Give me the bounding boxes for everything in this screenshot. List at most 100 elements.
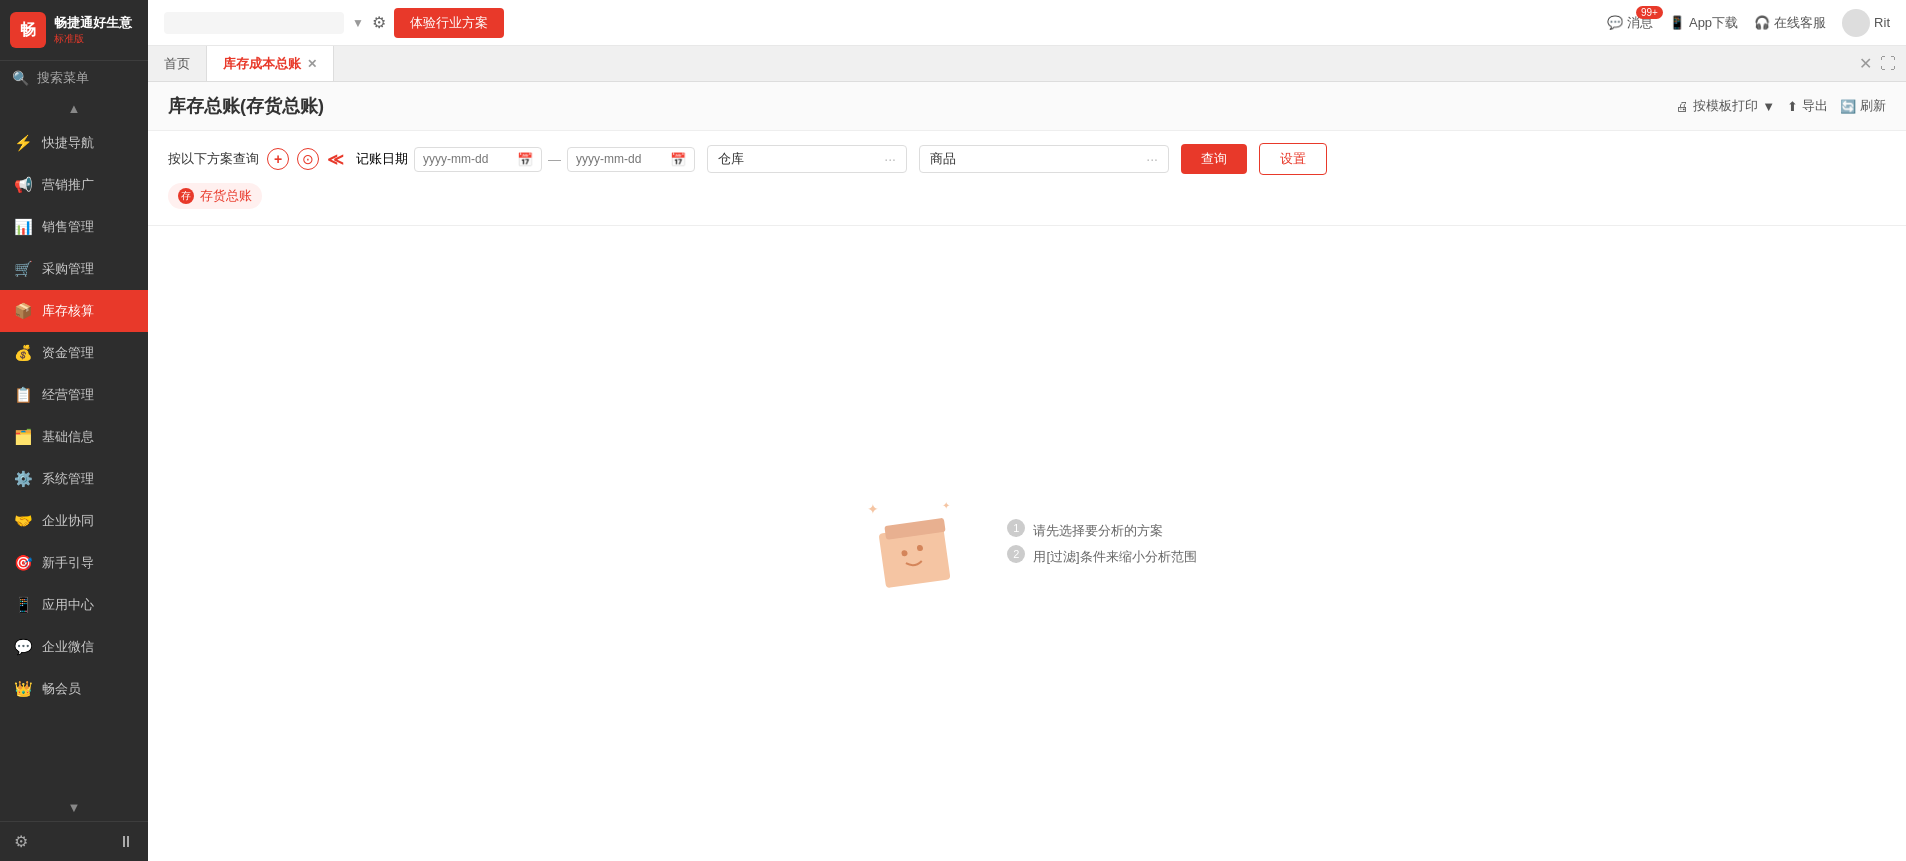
print-template-btn[interactable]: 🖨 按模板打印 ▼	[1676, 97, 1775, 115]
sidebar-item-basic-info[interactable]: 🗂️ 基础信息	[0, 416, 148, 458]
page-actions: 🖨 按模板打印 ▼ ⬆ 导出 🔄 刷新	[1676, 97, 1886, 115]
sidebar-item-app-center[interactable]: 📱 应用中心	[0, 584, 148, 626]
search-menu-label: 搜索菜单	[37, 69, 89, 87]
logo-icon: 畅	[10, 12, 46, 48]
search-chevron-icon[interactable]: ▼	[352, 16, 364, 30]
sidebar-item-wechat[interactable]: 💬 企业微信	[0, 626, 148, 668]
tab-home[interactable]: 首页	[148, 46, 207, 81]
warehouse-select[interactable]: 仓库 ···	[707, 145, 907, 173]
warehouse-label: 仓库	[718, 150, 744, 168]
tab-close-icon[interactable]: ✕	[307, 57, 317, 71]
sidebar-item-label: 应用中心	[42, 596, 134, 614]
scheme-row: 存 存货总账	[168, 175, 1886, 213]
wechat-icon: 💬	[14, 638, 32, 656]
filter-row-main: 按以下方案查询 + ⊙ ≪ 记账日期 📅 — 📅	[168, 143, 1886, 175]
app-download-btn[interactable]: 📱 App下载	[1669, 14, 1738, 32]
panel-close-icon[interactable]: ✕	[1859, 54, 1872, 73]
svg-text:✦: ✦	[942, 500, 950, 511]
settings-gear-icon[interactable]: ⚙	[372, 13, 386, 32]
print-chevron-icon: ▼	[1762, 99, 1775, 114]
app-center-icon: 📱	[14, 596, 32, 614]
search-icon: 🔍	[12, 70, 29, 86]
sidebar-item-label: 新手引导	[42, 554, 134, 572]
app-version: 标准版	[54, 32, 132, 46]
goods-more-icon: ···	[1146, 151, 1158, 167]
sidebar-item-marketing[interactable]: 📢 营销推广	[0, 164, 148, 206]
sidebar-item-newbie[interactable]: 🎯 新手引导	[0, 542, 148, 584]
operation-icon: 📋	[14, 386, 32, 404]
messages-btn[interactable]: 💬 消息 99+	[1607, 14, 1653, 32]
scroll-down-btn[interactable]: ▼	[0, 794, 148, 821]
filter-label-group: 按以下方案查询 + ⊙ ≪	[168, 148, 344, 170]
app-logo: 畅 畅捷通好生意 标准版	[0, 0, 148, 61]
scroll-up-btn[interactable]: ▲	[0, 95, 148, 122]
search-menu[interactable]: 🔍 搜索菜单	[0, 61, 148, 95]
basic-info-icon: 🗂️	[14, 428, 32, 446]
sidebar-item-label: 营销推广	[42, 176, 134, 194]
empty-hint-1: 1 请先选择要分析的方案	[1007, 518, 1196, 544]
sidebar-item-operation[interactable]: 📋 经营管理	[0, 374, 148, 416]
scheme-item-inventory[interactable]: 存 存货总账	[168, 183, 262, 209]
sidebar-item-quick-nav[interactable]: ⚡ 快捷导航	[0, 122, 148, 164]
scheme-icon: 存	[178, 188, 194, 204]
sidebar-item-system[interactable]: ⚙️ 系统管理	[0, 458, 148, 500]
sidebar-item-label: 销售管理	[42, 218, 134, 236]
sidebar-item-label: 经营管理	[42, 386, 134, 404]
global-search[interactable]	[164, 12, 344, 34]
industry-btn[interactable]: 体验行业方案	[394, 8, 504, 38]
system-icon: ⚙️	[14, 470, 32, 488]
sidebar-item-label: 企业协同	[42, 512, 134, 530]
sidebar-item-label: 基础信息	[42, 428, 134, 446]
message-icon: 💬	[1607, 15, 1623, 30]
finance-icon: 💰	[14, 344, 32, 362]
export-icon: ⬆	[1787, 99, 1798, 114]
empty-hint-2: 2 用[过滤]条件来缩小分析范围	[1007, 544, 1196, 570]
query-btn[interactable]: 查询	[1181, 144, 1247, 174]
filter-clear-btn[interactable]: ⊙	[297, 148, 319, 170]
tab-inventory-cost[interactable]: 库存成本总账 ✕	[207, 46, 334, 81]
top-bar-right: 💬 消息 99+ 📱 App下载 🎧 在线客服 Rit	[1607, 9, 1890, 37]
headset-icon: 🎧	[1754, 15, 1770, 30]
sidebar-item-member[interactable]: 👑 畅会员	[0, 668, 148, 710]
filter-collapse-btn[interactable]: ≪	[327, 150, 344, 169]
panel-expand-icon[interactable]: ⛶	[1880, 55, 1896, 73]
filter-add-btn[interactable]: +	[267, 148, 289, 170]
sidebar-item-sales[interactable]: 📊 销售管理	[0, 206, 148, 248]
refresh-label: 刷新	[1860, 97, 1886, 115]
top-bar-left: ▼ ⚙ 体验行业方案	[164, 8, 1607, 38]
date-start-input[interactable]: 📅	[414, 147, 542, 172]
user-name: Rit	[1874, 15, 1890, 30]
collapse-icon[interactable]: ⏸	[118, 833, 134, 851]
user-avatar	[1842, 9, 1870, 37]
calendar-start-icon[interactable]: 📅	[517, 152, 533, 167]
sidebar-item-finance[interactable]: 💰 资金管理	[0, 332, 148, 374]
sidebar-item-enterprise[interactable]: 🤝 企业协同	[0, 500, 148, 542]
goods-label: 商品	[930, 150, 956, 168]
marketing-icon: 📢	[14, 176, 32, 194]
printer-icon: 🖨	[1676, 99, 1689, 114]
goods-select[interactable]: 商品 ···	[919, 145, 1169, 173]
user-avatar-btn[interactable]: Rit	[1842, 9, 1890, 37]
main-content: ▼ ⚙ 体验行业方案 💬 消息 99+ 📱 App下载 🎧 在线客服 Rit	[148, 0, 1906, 861]
global-search-input[interactable]	[174, 16, 294, 30]
page-header: 库存总账(存货总账) 🖨 按模板打印 ▼ ⬆ 导出 🔄 刷新	[148, 82, 1906, 131]
settings-icon[interactable]: ⚙	[14, 832, 28, 851]
filter-area: 按以下方案查询 + ⊙ ≪ 记账日期 📅 — 📅	[148, 131, 1906, 226]
sales-icon: 📊	[14, 218, 32, 236]
settings-config-btn[interactable]: 设置	[1259, 143, 1327, 175]
sidebar-item-inventory[interactable]: 📦 库存核算	[0, 290, 148, 332]
tab-home-label: 首页	[164, 55, 190, 73]
refresh-btn[interactable]: 🔄 刷新	[1840, 97, 1886, 115]
tab-inventory-cost-label: 库存成本总账	[223, 55, 301, 73]
enterprise-icon: 🤝	[14, 512, 32, 530]
purchase-icon: 🛒	[14, 260, 32, 278]
online-service-btn[interactable]: 🎧 在线客服	[1754, 14, 1826, 32]
date-start-field[interactable]	[423, 152, 513, 166]
app-download-label: App下载	[1689, 14, 1738, 32]
export-btn[interactable]: ⬆ 导出	[1787, 97, 1828, 115]
date-end-input[interactable]: 📅	[567, 147, 695, 172]
calendar-end-icon[interactable]: 📅	[670, 152, 686, 167]
app-name: 畅捷通好生意	[54, 14, 132, 32]
sidebar-item-purchase[interactable]: 🛒 采购管理	[0, 248, 148, 290]
date-end-field[interactable]	[576, 152, 666, 166]
